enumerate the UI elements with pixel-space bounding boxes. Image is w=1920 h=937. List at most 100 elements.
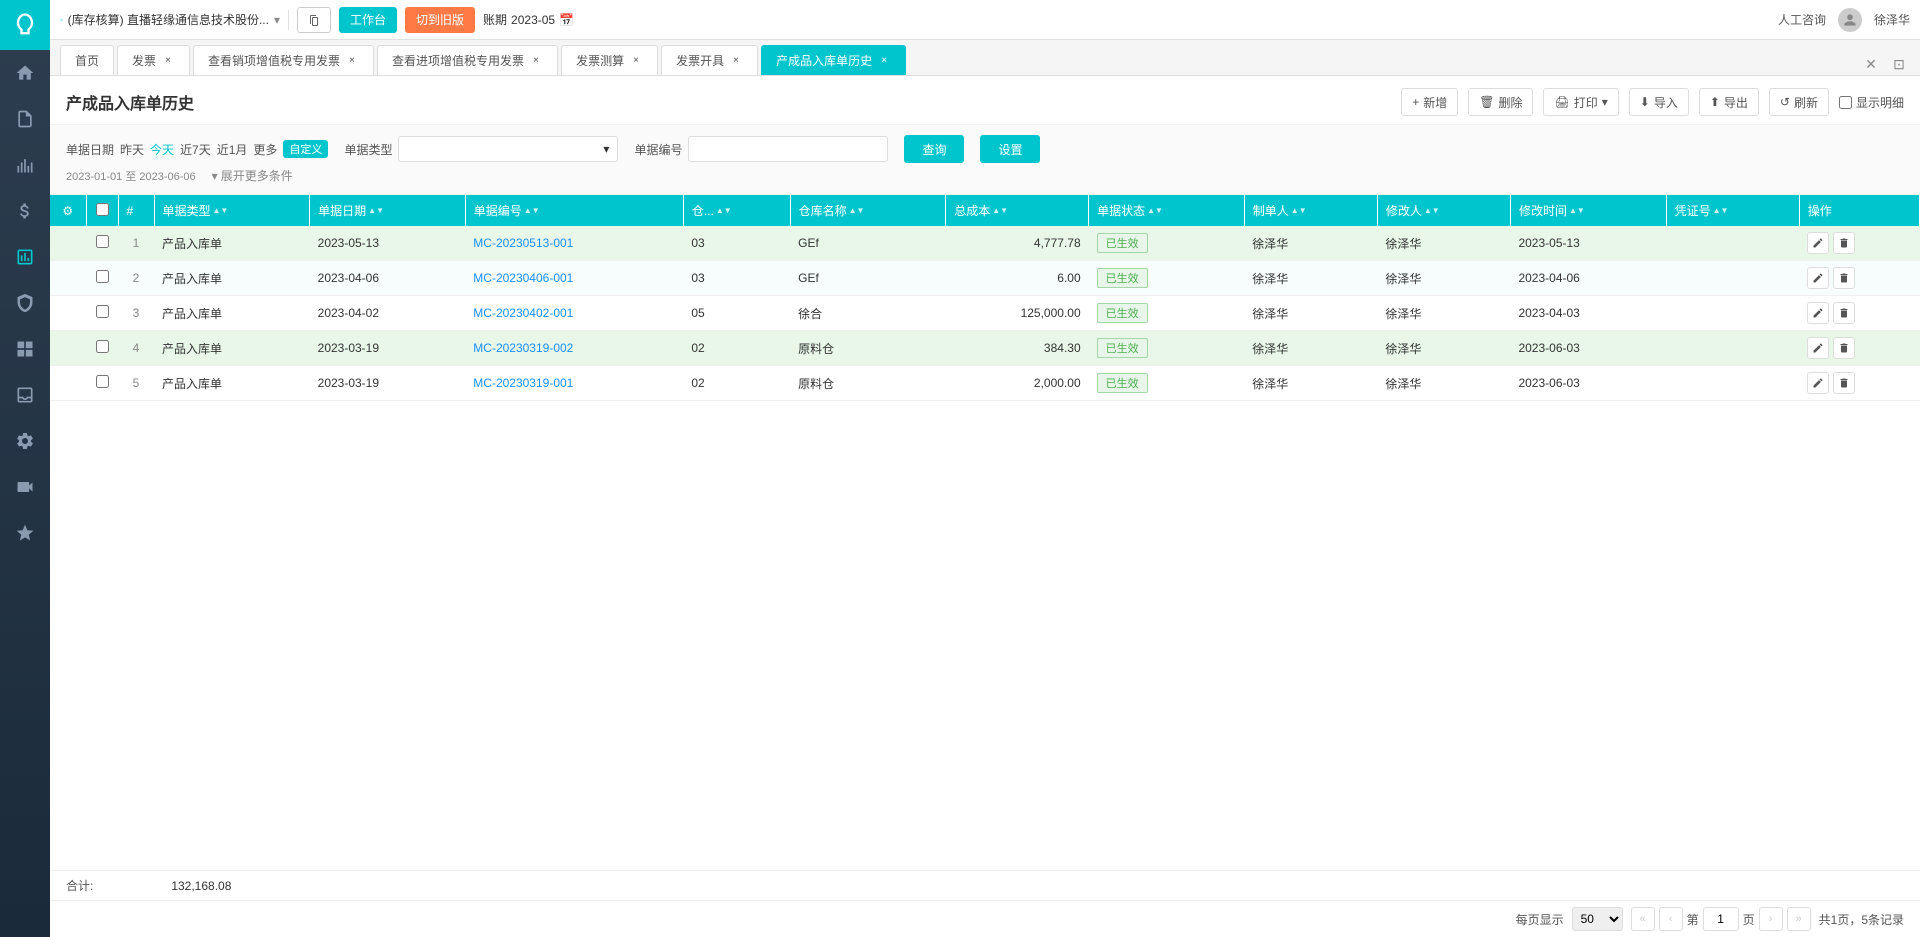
sidebar-item-video[interactable] [0,464,50,510]
tab-invoice[interactable]: 发票 × [117,45,190,75]
row-delete-btn[interactable] [1833,337,1855,359]
workbench-btn[interactable]: 工作台 [339,7,397,33]
date-today[interactable]: 今天 [150,141,174,158]
delete-btn[interactable]: 🗑 删除 [1468,88,1533,116]
row-number-cell[interactable]: MC-20230319-002 [465,331,683,366]
th-checkbox[interactable] [86,195,118,226]
export-btn[interactable]: ⬆ 导出 [1699,88,1759,116]
row-number-cell[interactable]: MC-20230319-001 [465,366,683,401]
sidebar-item-files[interactable] [0,96,50,142]
show-detail-toggle[interactable]: 显示明细 [1839,94,1904,111]
th-creator[interactable]: 制单人▲▼ [1244,195,1377,226]
select-all-checkbox[interactable] [96,203,109,216]
row-delete-btn[interactable] [1833,267,1855,289]
row-checkbox[interactable] [96,305,109,318]
row-edit-btn[interactable] [1807,372,1829,394]
date-custom-tag[interactable]: 自定义 [283,140,328,158]
th-status[interactable]: 单据状态▲▼ [1089,195,1245,226]
import-btn[interactable]: ⬇ 导入 [1629,88,1689,116]
row-checkbox-cell[interactable] [86,261,118,296]
dropdown-icon[interactable]: ▾ [274,13,280,27]
row-edit-btn[interactable] [1807,232,1829,254]
sidebar-item-star[interactable] [0,510,50,556]
row-edit-btn[interactable] [1807,337,1829,359]
number-input[interactable] [688,136,888,162]
row-checkbox-cell[interactable] [86,366,118,401]
show-detail-checkbox[interactable] [1839,96,1852,109]
row-checkbox[interactable] [96,235,109,248]
date-more[interactable]: 更多 [253,141,277,158]
row-number-cell[interactable]: MC-20230513-001 [465,226,683,261]
first-page-btn[interactable]: « [1631,907,1655,931]
tab-invoice-close[interactable]: × [161,54,175,68]
row-edit-btn[interactable] [1807,302,1829,324]
sidebar-item-stamp[interactable] [0,280,50,326]
tab-purchase-vat-close[interactable]: × [529,54,543,68]
type-select[interactable]: ▾ [398,136,618,162]
row-edit-btn[interactable] [1807,267,1829,289]
th-number[interactable]: 单据编号▲▼ [465,195,683,226]
tab-product-in-close[interactable]: × [877,54,891,68]
row-number-cell[interactable]: MC-20230406-001 [465,261,683,296]
per-page-select[interactable]: 10 20 50 100 [1572,907,1623,931]
th-modifier[interactable]: 修改人▲▼ [1377,195,1510,226]
sidebar-item-chart[interactable] [0,142,50,188]
row-delete-btn[interactable] [1833,372,1855,394]
sidebar-item-inventory[interactable] [0,234,50,280]
service-link[interactable]: 人工咨询 [1778,11,1826,28]
row-delete-btn[interactable] [1833,302,1855,324]
tab-product-in[interactable]: 产成品入库单历史 × [761,45,906,75]
tab-invoice-open[interactable]: 发票开具 × [661,45,758,75]
th-voucher[interactable]: 凭证号▲▼ [1666,195,1799,226]
switch-btn[interactable]: 切到旧版 [405,7,475,33]
prev-page-btn[interactable]: ‹ [1659,907,1683,931]
th-date[interactable]: 单据日期▲▼ [310,195,466,226]
row-checkbox[interactable] [96,270,109,283]
row-checkbox[interactable] [96,375,109,388]
th-modify-time[interactable]: 修改时间▲▼ [1510,195,1666,226]
add-btn[interactable]: + 新增 [1401,88,1458,116]
th-type[interactable]: 单据类型▲▼ [154,195,310,226]
refresh-btn[interactable]: ↺ 刷新 [1769,88,1829,116]
query-btn[interactable]: 查询 [904,135,964,163]
page-number-input[interactable] [1703,907,1739,931]
last-page-btn[interactable]: » [1787,907,1811,931]
th-total-cost[interactable]: 总成本▲▼ [946,195,1089,226]
row-delete-btn[interactable] [1833,232,1855,254]
row-number-cell[interactable]: MC-20230402-001 [465,296,683,331]
next-page-btn[interactable]: › [1759,907,1783,931]
row-checkbox-cell[interactable] [86,331,118,366]
sidebar-item-inbox[interactable] [0,372,50,418]
tab-sales-vat-close[interactable]: × [345,54,359,68]
settings-btn[interactable]: 设置 [980,135,1040,163]
tab-purchase-vat[interactable]: 查看进项增值税专用发票 × [377,45,558,75]
tab-invoice-calc[interactable]: 发票测算 × [561,45,658,75]
row-checkbox[interactable] [96,340,109,353]
maximize-window-btn[interactable]: ⊡ [1888,53,1910,75]
date-7days[interactable]: 近7天 [180,141,211,158]
date-1month[interactable]: 近1月 [217,141,248,158]
print-btn[interactable]: 🖨 打印 ▾ [1543,88,1618,116]
tab-invoice-calc-close[interactable]: × [629,54,643,68]
tab-sales-vat[interactable]: 查看销项增值税专用发票 × [193,45,374,75]
th-warehouse-code[interactable]: 仓...▲▼ [683,195,790,226]
sidebar-item-tax[interactable] [0,188,50,234]
close-window-btn[interactable]: ✕ [1860,53,1882,75]
expand-conditions-btn[interactable]: ▾ 展开更多条件 [212,167,293,184]
sidebar-item-home[interactable] [0,50,50,96]
doc-btn[interactable] [297,7,331,33]
date-yesterday[interactable]: 昨天 [120,141,144,158]
app-logo[interactable] [0,0,50,50]
tab-home[interactable]: 首页 [60,45,114,75]
row-checkbox-cell[interactable] [86,226,118,261]
brand-title[interactable]: (库存核算) 直播轻缘通信息技术股份... ▾ [60,11,280,28]
th-warehouse-name[interactable]: 仓库名称▲▼ [790,195,946,226]
calendar-icon[interactable]: 📅 [559,13,574,27]
user-name[interactable]: 徐泽华 [1874,11,1910,28]
sidebar-item-settings[interactable] [0,418,50,464]
row-checkbox-cell[interactable] [86,296,118,331]
tab-invoice-open-close[interactable]: × [729,54,743,68]
th-settings[interactable]: ⚙ [50,195,86,226]
table-row: 2 产品入库单 2023-04-06 MC-20230406-001 03 GE… [50,261,1920,296]
sidebar-item-grid[interactable] [0,326,50,372]
